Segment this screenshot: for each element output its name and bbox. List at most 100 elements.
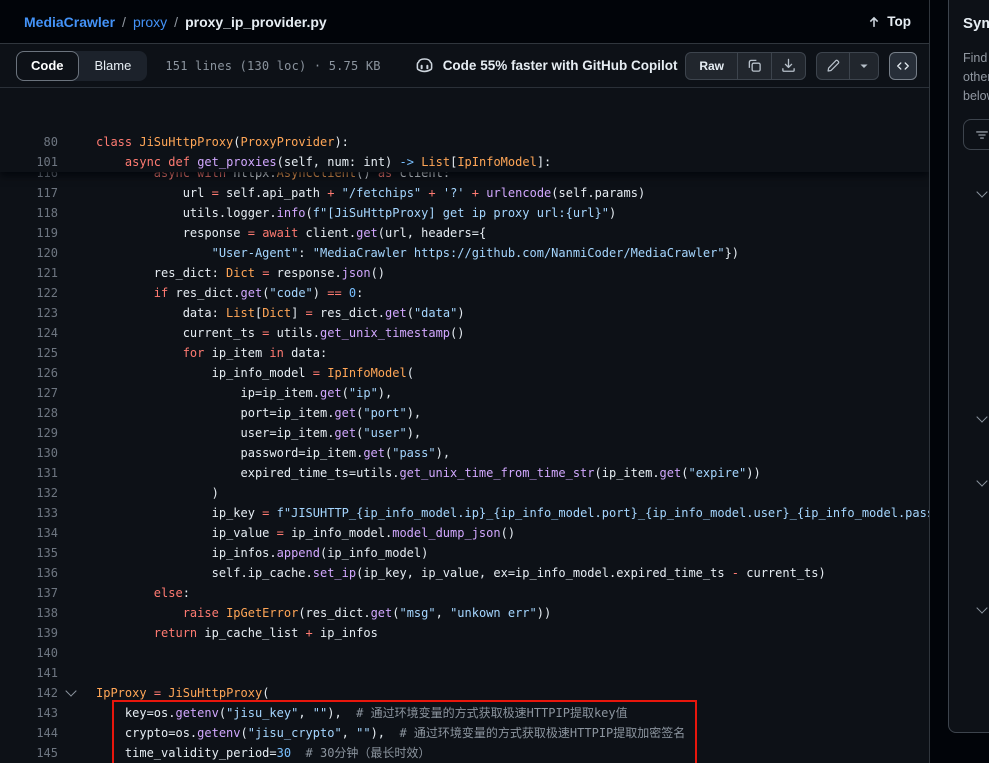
fold-gutter — [58, 543, 96, 563]
line-number[interactable]: 135 — [0, 543, 58, 563]
code-text: port=ip_item.get("port"), — [96, 403, 421, 423]
code-line: 130 password=ip_item.get("pass"), — [0, 443, 929, 463]
code-line: 123 data: List[Dict] = res_dict.get("dat… — [0, 303, 929, 323]
line-number[interactable]: 122 — [0, 283, 58, 303]
fold-gutter — [58, 132, 96, 152]
line-number[interactable]: 119 — [0, 223, 58, 243]
code-line: 117 url = self.api_path + "/fetchips" + … — [0, 183, 929, 203]
code-line: 131 expired_time_ts=utils.get_unix_time_… — [0, 463, 929, 483]
line-number[interactable]: 127 — [0, 383, 58, 403]
code-text: else: — [96, 583, 190, 603]
breadcrumb: MediaCrawler / proxy / proxy_ip_provider… — [0, 0, 929, 43]
code-text: async def get_proxies(self, num: int) ->… — [96, 152, 551, 172]
line-number[interactable]: 129 — [0, 423, 58, 443]
fold-gutter — [58, 603, 96, 623]
fold-gutter — [58, 343, 96, 363]
line-number[interactable]: 139 — [0, 623, 58, 643]
fold-gutter — [58, 363, 96, 383]
fold-gutter — [58, 183, 96, 203]
line-number[interactable]: 123 — [0, 303, 58, 323]
line-number[interactable]: 144 — [0, 723, 58, 743]
line-number[interactable]: 137 — [0, 583, 58, 603]
code-text: res_dict: Dict = response.json() — [96, 263, 385, 283]
breadcrumb-separator: / — [174, 14, 178, 30]
breadcrumb-folder-link[interactable]: proxy — [133, 14, 167, 30]
breadcrumb-repo-link[interactable]: MediaCrawler — [24, 14, 115, 30]
line-number[interactable]: 138 — [0, 603, 58, 623]
line-number[interactable]: 130 — [0, 443, 58, 463]
line-number[interactable]: 133 — [0, 503, 58, 523]
download-button[interactable] — [771, 53, 805, 79]
code-line: 136 self.ip_cache.set_ip(ip_key, ip_valu… — [0, 563, 929, 583]
fold-gutter[interactable] — [58, 683, 96, 703]
line-number[interactable]: 143 — [0, 703, 58, 723]
line-number[interactable]: 128 — [0, 403, 58, 423]
line-number[interactable]: 140 — [0, 643, 58, 663]
fold-gutter — [58, 323, 96, 343]
code-text: class JiSuHttpProxy(ProxyProvider): — [96, 132, 349, 152]
copy-button[interactable] — [737, 53, 771, 79]
chevron-down-icon — [65, 685, 76, 696]
symbols-panel-toggle-button[interactable] — [889, 52, 917, 80]
line-number[interactable]: 131 — [0, 463, 58, 483]
tab-code[interactable]: Code — [16, 51, 79, 81]
symbols-panel-description-line: below. — [963, 87, 989, 106]
copilot-banner[interactable]: Code 55% faster with GitHub Copilot — [415, 56, 678, 75]
code-text: ) — [96, 483, 219, 503]
code-line: 133 ip_key = f"JISUHTTP_{ip_info_model.i… — [0, 503, 929, 523]
line-number[interactable]: 121 — [0, 263, 58, 283]
code-text: time_validity_period=30 # 30分钟（最长时效） — [96, 743, 430, 763]
code-line: 120 "User-Agent": "MediaCrawler https://… — [0, 243, 929, 263]
line-number[interactable]: 141 — [0, 663, 58, 683]
code-viewer: 116 async with httpx.AsyncClient() as cl… — [0, 132, 929, 763]
fold-gutter — [58, 523, 96, 543]
code-line: 124 current_ts = utils.get_unix_timestam… — [0, 323, 929, 343]
line-number[interactable]: 118 — [0, 203, 58, 223]
fold-gutter — [58, 503, 96, 523]
code-text: ip_infos.append(ip_info_model) — [96, 543, 428, 563]
fold-gutter — [58, 703, 96, 723]
edit-button[interactable] — [817, 53, 849, 79]
line-number[interactable]: 117 — [0, 183, 58, 203]
code-text: ip_key = f"JISUHTTP_{ip_info_model.ip}_{… — [96, 503, 929, 523]
line-number[interactable]: 134 — [0, 523, 58, 543]
code-text: key=os.getenv("jisu_key", ""), # 通过环境变量的… — [96, 703, 628, 723]
chevron-down-icon — [976, 411, 987, 422]
code-line: 128 port=ip_item.get("port"), — [0, 403, 929, 423]
edit-dropdown-button[interactable] — [849, 53, 878, 79]
line-number[interactable]: 101 — [0, 152, 58, 172]
filter-icon — [975, 128, 989, 142]
code-text: current_ts = utils.get_unix_timestamp() — [96, 323, 464, 343]
line-number[interactable]: 126 — [0, 363, 58, 383]
line-number[interactable]: 142 — [0, 683, 58, 703]
raw-button[interactable]: Raw — [686, 53, 737, 79]
tab-blame[interactable]: Blame — [79, 51, 148, 81]
line-number[interactable]: 125 — [0, 343, 58, 363]
line-number[interactable]: 120 — [0, 243, 58, 263]
fold-gutter — [58, 203, 96, 223]
breadcrumb-filename: proxy_ip_provider.py — [185, 14, 327, 30]
code-line: 125 for ip_item in data: — [0, 343, 929, 363]
line-number[interactable]: 145 — [0, 743, 58, 763]
fold-gutter — [58, 283, 96, 303]
symbols-filter-button[interactable] — [963, 119, 989, 150]
sticky-context-lines: 80 class JiSuHttpProxy(ProxyProvider): 101… — [0, 132, 929, 172]
code-text: user=ip_item.get("user"), — [96, 423, 421, 443]
symbols-panel-description-line: other symbols in this file by clicking a… — [963, 68, 989, 87]
code-text: IpProxy = JiSuHttpProxy( — [96, 683, 269, 703]
code-text: ip_info_model = IpInfoModel( — [96, 363, 414, 383]
fold-gutter — [58, 152, 96, 172]
code-card: Code Blame 151 lines (130 loc) · 5.75 KB… — [0, 43, 929, 763]
line-number[interactable]: 132 — [0, 483, 58, 503]
line-number[interactable]: 136 — [0, 563, 58, 583]
line-number[interactable]: 124 — [0, 323, 58, 343]
code-line: 140 — [0, 643, 929, 663]
line-number[interactable]: 80 — [0, 132, 58, 152]
back-to-top-button[interactable]: Top — [867, 14, 911, 29]
code-line: 138 raise IpGetError(res_dict.get("msg",… — [0, 603, 929, 623]
code-text: crypto=os.getenv("jisu_crypto", ""), # 通… — [96, 723, 685, 743]
symbols-panel: Symbols Find definitions and references … — [948, 0, 989, 733]
code-line: 121 res_dict: Dict = response.json() — [0, 263, 929, 283]
copy-icon — [747, 58, 762, 73]
code-text: expired_time_ts=utils.get_unix_time_from… — [96, 463, 761, 483]
